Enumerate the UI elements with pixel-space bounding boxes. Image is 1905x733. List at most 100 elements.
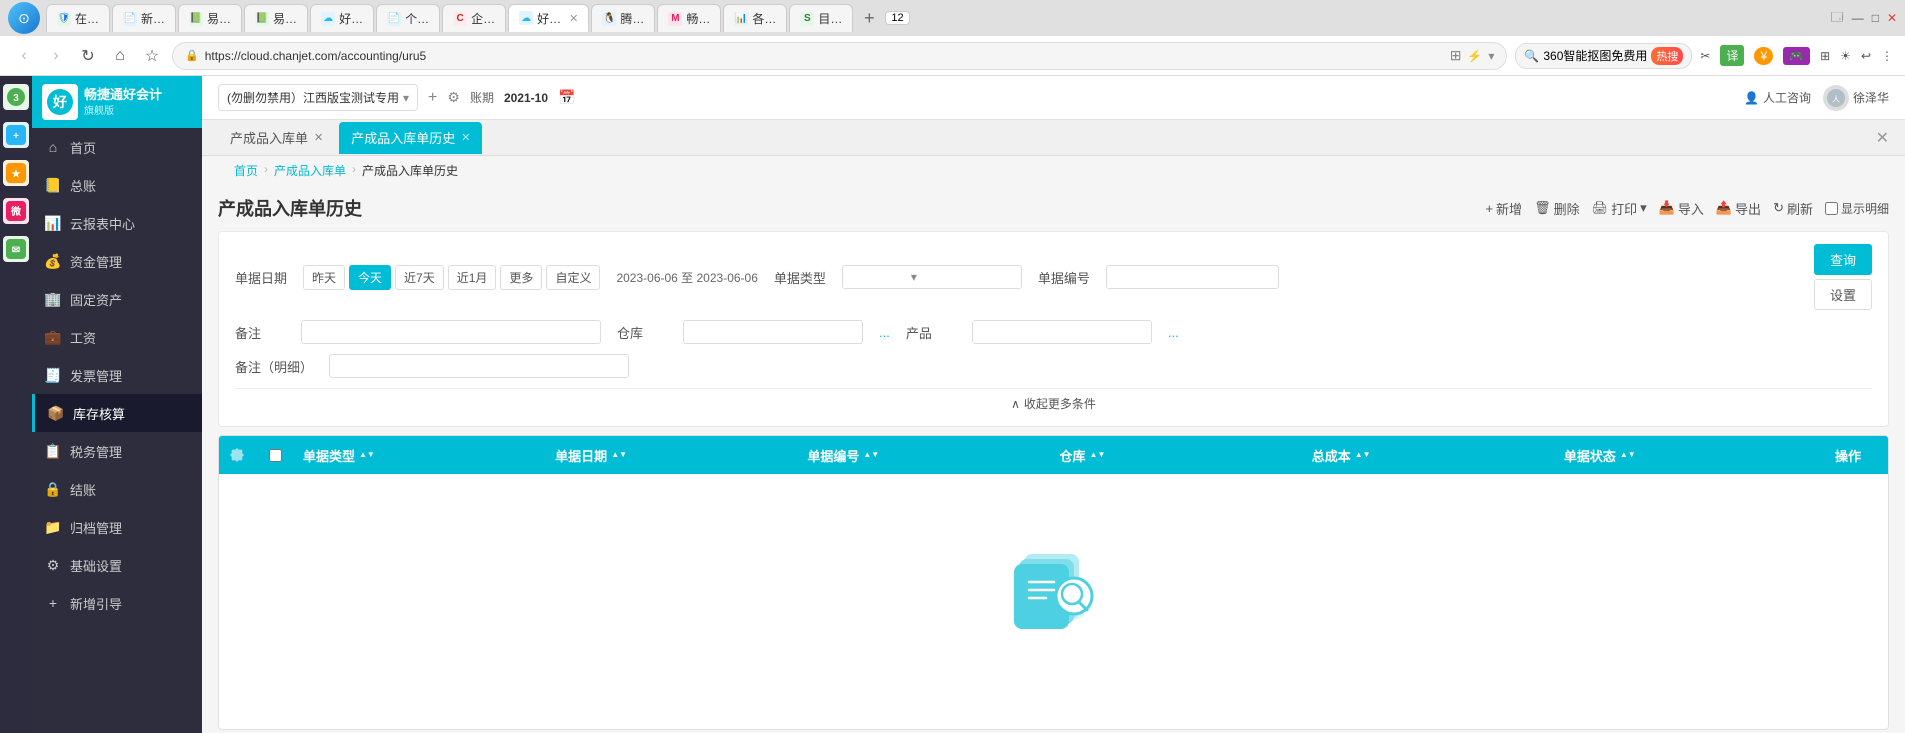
- th-checkbox[interactable]: [255, 449, 295, 462]
- sidebar-item-new[interactable]: + 新增引导: [32, 584, 202, 622]
- note-input[interactable]: [301, 320, 601, 344]
- date-btn-custom[interactable]: 自定义: [546, 265, 600, 290]
- collapse-button[interactable]: ∧ 收起更多条件: [235, 388, 1872, 414]
- tab-9[interactable]: 🐧 腾…: [591, 4, 655, 32]
- export-btn[interactable]: 📤 导出: [1716, 199, 1761, 218]
- print-btn[interactable]: 🖨 打印 ▾: [1592, 199, 1647, 218]
- bookmark-button[interactable]: ☆: [140, 44, 164, 68]
- maximize-btn[interactable]: □: [1872, 11, 1879, 25]
- settings-icon[interactable]: ⚙: [447, 89, 460, 106]
- tab-list-close[interactable]: ✕: [314, 131, 323, 144]
- warehouse-dots[interactable]: ...: [879, 325, 890, 340]
- tab-6[interactable]: 📄 个…: [376, 4, 440, 32]
- close-btn[interactable]: ✕: [1887, 11, 1897, 25]
- tab-8[interactable]: ☁ 好… ✕: [508, 4, 589, 32]
- tab-close-btn[interactable]: ✕: [1876, 128, 1889, 148]
- breadcrumb-home[interactable]: 首页: [234, 162, 258, 179]
- consult-btn[interactable]: 👤 人工咨询: [1744, 89, 1811, 106]
- tab-8-close[interactable]: ✕: [569, 12, 578, 25]
- select-all-checkbox[interactable]: [269, 449, 282, 462]
- scissors-icon[interactable]: ✂: [1700, 49, 1710, 63]
- translate-icon[interactable]: 译: [1720, 45, 1744, 66]
- tab-11[interactable]: 📊 各…: [723, 4, 787, 32]
- date-btn-more[interactable]: 更多: [500, 265, 542, 290]
- tab-history-close[interactable]: ✕: [461, 131, 470, 144]
- delete-btn[interactable]: 🗑 删除: [1534, 199, 1580, 218]
- sidebar-item-close[interactable]: 🔒 结账: [32, 470, 202, 508]
- sidebar-item-payroll[interactable]: 💼 工资: [32, 318, 202, 356]
- home-button[interactable]: ⌂: [108, 44, 132, 68]
- tab-4[interactable]: 📗 易…: [244, 4, 308, 32]
- game-icon[interactable]: 🎮: [1783, 47, 1810, 65]
- th-warehouse[interactable]: 仓库 ▲▼: [1052, 446, 1304, 465]
- search-box[interactable]: 🔍 360智能抠图免费用 热搜: [1515, 43, 1692, 69]
- icon-bar-app3[interactable]: ★: [3, 160, 29, 186]
- show-cols-checkbox[interactable]: 显示明细: [1825, 200, 1889, 217]
- calendar-icon[interactable]: 📅: [558, 89, 575, 106]
- th-voucher-date[interactable]: 单据日期 ▲▼: [547, 446, 799, 465]
- tab-2[interactable]: 📄 新…: [112, 4, 176, 32]
- apps-icon[interactable]: ⊞: [1820, 49, 1830, 63]
- sun-icon[interactable]: ☀: [1840, 49, 1851, 63]
- sidebar-item-report[interactable]: 📊 云报表中心: [32, 204, 202, 242]
- lightning-icon[interactable]: ⚡: [1467, 49, 1482, 63]
- user-info[interactable]: 人 徐泽华: [1823, 85, 1889, 111]
- sidebar-item-fixed[interactable]: 🏢 固定资产: [32, 280, 202, 318]
- company-selector[interactable]: (勿删勿禁用）江西版宝测试专用 ▾: [218, 84, 418, 111]
- yuan-icon[interactable]: ¥: [1754, 47, 1773, 65]
- tab-add-button[interactable]: +: [855, 4, 883, 32]
- tab-10[interactable]: M 畅…: [657, 4, 721, 32]
- th-total-cost[interactable]: 总成本 ▲▼: [1304, 446, 1556, 465]
- tab-5[interactable]: ☁ 好…: [310, 4, 374, 32]
- undo-icon[interactable]: ↩: [1861, 49, 1871, 63]
- tab-1[interactable]: 🛡 在…: [46, 4, 110, 32]
- tab-count[interactable]: 12: [885, 11, 909, 25]
- url-bar[interactable]: 🔒 https://cloud.chanjet.com/accounting/u…: [172, 42, 1507, 70]
- voucher-type-select[interactable]: ▾: [842, 265, 1022, 289]
- restore-btn[interactable]: 🗔: [1831, 8, 1844, 29]
- date-btn-yesterday[interactable]: 昨天: [303, 265, 345, 290]
- sidebar-item-inventory[interactable]: 📦 库存核算: [32, 394, 202, 432]
- sidebar-item-ledger[interactable]: 📒 总账: [32, 166, 202, 204]
- browser-logo[interactable]: ⊙: [8, 2, 40, 34]
- query-button[interactable]: 查询: [1814, 244, 1872, 275]
- more-icon[interactable]: ⋮: [1881, 49, 1893, 63]
- sidebar-item-invoice[interactable]: 🧾 发票管理: [32, 356, 202, 394]
- date-btn-today[interactable]: 今天: [349, 265, 391, 290]
- minimize-btn[interactable]: —: [1852, 11, 1864, 25]
- sidebar-item-fund[interactable]: 💰 资金管理: [32, 242, 202, 280]
- th-voucher-type[interactable]: 单据类型 ▲▼: [295, 446, 547, 465]
- date-btn-7days[interactable]: 近7天: [395, 265, 444, 290]
- forward-button[interactable]: ›: [44, 44, 68, 68]
- th-gear-icon[interactable]: [219, 447, 255, 463]
- refresh-button[interactable]: ↻: [76, 44, 100, 68]
- icon-bar-app4[interactable]: 微: [3, 198, 29, 224]
- voucher-no-input[interactable]: [1106, 265, 1279, 289]
- note-detail-input[interactable]: [329, 354, 629, 378]
- th-voucher-no[interactable]: 单据编号 ▲▼: [799, 446, 1051, 465]
- breadcrumb-list[interactable]: 产成品入库单: [274, 162, 346, 179]
- back-button[interactable]: ‹: [12, 44, 36, 68]
- product-dots[interactable]: ...: [1168, 325, 1179, 340]
- date-btn-1month[interactable]: 近1月: [448, 265, 497, 290]
- warehouse-input[interactable]: [683, 320, 863, 344]
- sidebar-item-home[interactable]: ⌂ 首页: [32, 128, 202, 166]
- tab-list[interactable]: 产成品入库单 ✕: [218, 122, 335, 154]
- refresh-page-btn[interactable]: ↻ 刷新: [1773, 199, 1813, 218]
- th-voucher-status[interactable]: 单据状态 ▲▼: [1556, 446, 1808, 465]
- import-btn[interactable]: 📥 导入: [1659, 199, 1704, 218]
- set-button[interactable]: 设置: [1814, 279, 1872, 310]
- grid-icon[interactable]: ⊞: [1450, 47, 1462, 64]
- add-btn[interactable]: + 新增: [1485, 199, 1522, 218]
- show-cols-input[interactable]: [1825, 202, 1838, 215]
- icon-bar-360[interactable]: 3: [3, 84, 29, 110]
- icon-bar-app5[interactable]: ✉: [3, 236, 29, 262]
- tab-history[interactable]: 产成品入库单历史 ✕: [339, 122, 482, 154]
- sidebar-item-archive[interactable]: 📁 归档管理: [32, 508, 202, 546]
- dropdown-icon[interactable]: ▾: [1488, 49, 1494, 63]
- add-company-btn[interactable]: +: [428, 89, 437, 107]
- icon-bar-app2[interactable]: +: [3, 122, 29, 148]
- sidebar-item-tax[interactable]: 📋 税务管理: [32, 432, 202, 470]
- sidebar-item-basic[interactable]: ⚙ 基础设置: [32, 546, 202, 584]
- tab-7[interactable]: C 企…: [442, 4, 506, 32]
